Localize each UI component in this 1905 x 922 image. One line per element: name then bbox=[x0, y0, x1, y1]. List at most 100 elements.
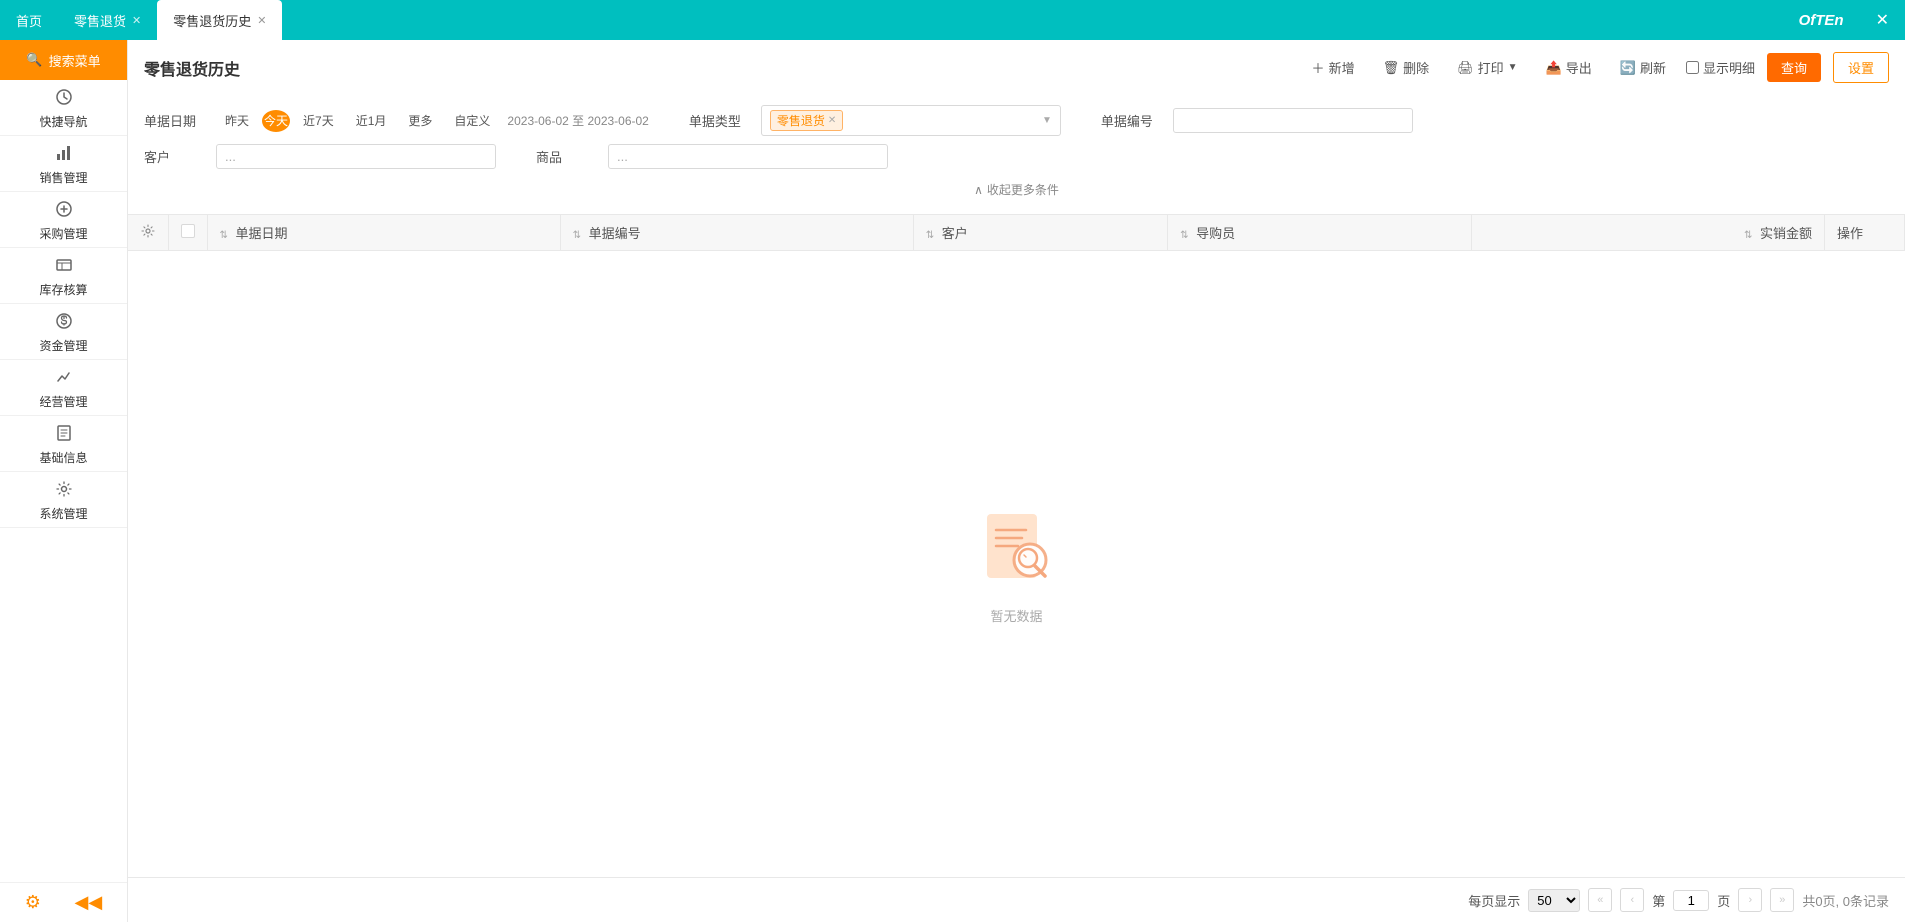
sidebar-item-sales[interactable]: 销售管理 bbox=[0, 136, 127, 192]
sidebar-item-basic-info[interactable]: 基础信息 bbox=[0, 416, 127, 472]
refresh-button[interactable]: 🔄 刷新 bbox=[1612, 54, 1674, 81]
empty-text: 暂无数据 bbox=[990, 606, 1042, 625]
col-checkbox[interactable] bbox=[168, 215, 207, 251]
col-amount[interactable]: ⇅ 实销金额 bbox=[1471, 215, 1824, 251]
tab-retail-return-history-close[interactable]: ✕ bbox=[257, 14, 266, 27]
date-btn-custom[interactable]: 自定义 bbox=[445, 109, 499, 132]
new-icon: ＋ bbox=[1312, 58, 1325, 77]
col-guide-label: 导购员 bbox=[1196, 226, 1235, 241]
settings-button[interactable]: 设置 bbox=[1833, 52, 1889, 83]
date-btn-last7[interactable]: 近7天 bbox=[294, 109, 343, 132]
display-checkbox[interactable] bbox=[1686, 61, 1699, 74]
date-filter-label: 单据日期 bbox=[144, 111, 200, 130]
per-page-label: 每页显示 bbox=[1468, 891, 1520, 910]
window-close-icon[interactable]: ✕ bbox=[1876, 10, 1889, 30]
tab-retail-return-close[interactable]: ✕ bbox=[132, 14, 141, 27]
tab-retail-return-history[interactable]: 零售退货历史 ✕ bbox=[157, 0, 282, 40]
delete-label: 删除 bbox=[1403, 58, 1429, 77]
system-icon bbox=[52, 477, 76, 501]
sidebar-item-inventory[interactable]: 库存核算 bbox=[0, 248, 127, 304]
delete-button[interactable]: 🗑 删除 bbox=[1375, 54, 1438, 81]
col-date[interactable]: ⇅ 单据日期 bbox=[207, 215, 560, 251]
title-row: 零售退货历史 ＋ 新增 🗑 删除 🖨 打印 ▼ bbox=[144, 52, 1889, 83]
sidebar-item-quick-nav-label: 快捷导航 bbox=[39, 113, 87, 130]
goods-select[interactable]: ... bbox=[608, 144, 888, 169]
sidebar-item-finance-label: 资金管理 bbox=[39, 337, 87, 354]
filter-row-2: 客户 ... 商品 ... bbox=[144, 144, 1889, 169]
sidebar-item-purchase-label: 采购管理 bbox=[39, 225, 87, 242]
col-settings[interactable] bbox=[128, 215, 168, 251]
sidebar-item-quick-nav[interactable]: 快捷导航 bbox=[0, 80, 127, 136]
total-info: 共0页, 0条记录 bbox=[1802, 891, 1889, 910]
export-button[interactable]: 📤 导出 bbox=[1538, 54, 1600, 81]
sidebar-item-operations[interactable]: 经营管理 bbox=[0, 360, 127, 416]
voucher-type-select[interactable]: 零售退货 ✕ ▼ bbox=[761, 105, 1061, 136]
data-table: ⇅ 单据日期 ⇅ 单据编号 ⇅ 客户 ⇅ 导购员 bbox=[128, 215, 1905, 251]
col-guide[interactable]: ⇅ 导购员 bbox=[1168, 215, 1472, 251]
voucher-type-dropdown-icon: ▼ bbox=[1042, 115, 1052, 126]
speaker-bottom-icon[interactable]: ◀◀ bbox=[75, 892, 103, 913]
search-icon: 🔍 bbox=[26, 52, 42, 68]
date-range-display: 2023-06-02 至 2023-06-02 bbox=[507, 112, 648, 129]
query-button[interactable]: 查询 bbox=[1767, 53, 1821, 82]
sidebar-item-inventory-label: 库存核算 bbox=[39, 281, 87, 298]
brand-label: OfTEn bbox=[1799, 12, 1844, 29]
new-label: 新增 bbox=[1329, 58, 1355, 77]
sidebar-item-finance[interactable]: 资金管理 bbox=[0, 304, 127, 360]
settings-label: 设置 bbox=[1848, 58, 1874, 77]
customer-select[interactable]: ... bbox=[216, 144, 496, 169]
customer-filter-label: 客户 bbox=[144, 147, 200, 166]
tab-retail-return[interactable]: 零售退货 ✕ bbox=[58, 0, 157, 40]
per-page-select[interactable]: 50 10 20 100 bbox=[1528, 889, 1580, 912]
collapse-icon: ∧ bbox=[974, 183, 983, 197]
new-button[interactable]: ＋ 新增 bbox=[1304, 54, 1363, 81]
sort-icon-date: ⇅ bbox=[220, 230, 228, 241]
voucher-number-input[interactable] bbox=[1173, 108, 1413, 133]
date-btn-last-month[interactable]: 近1月 bbox=[347, 109, 396, 132]
top-nav: 首页 零售退货 ✕ 零售退货历史 ✕ OfTEn ✕ bbox=[0, 0, 1905, 40]
col-number[interactable]: ⇅ 单据编号 bbox=[560, 215, 913, 251]
table-header-row: ⇅ 单据日期 ⇅ 单据编号 ⇅ 客户 ⇅ 导购员 bbox=[128, 215, 1905, 251]
date-btn-more[interactable]: 更多 bbox=[399, 109, 441, 132]
voucher-type-remove[interactable]: ✕ bbox=[828, 115, 836, 126]
sidebar-item-system[interactable]: 系统管理 bbox=[0, 472, 127, 528]
toolbar: ＋ 新增 🗑 删除 🖨 打印 ▼ 📤 导出 bbox=[1304, 52, 1889, 83]
date-btn-today[interactable]: 今天 bbox=[262, 110, 290, 132]
page-prev-icon[interactable]: ‹ bbox=[1620, 888, 1644, 912]
col-action: 操作 bbox=[1825, 215, 1905, 251]
col-customer[interactable]: ⇅ 客户 bbox=[913, 215, 1167, 251]
sidebar-bottom: ⚙ ◀◀ bbox=[0, 882, 127, 922]
sidebar-item-system-label: 系统管理 bbox=[39, 505, 87, 522]
col-number-label: 单据编号 bbox=[589, 226, 641, 241]
export-label: 导出 bbox=[1566, 58, 1592, 77]
page-next-icon[interactable]: › bbox=[1738, 888, 1762, 912]
finance-icon bbox=[52, 309, 76, 333]
tab-home[interactable]: 首页 bbox=[0, 0, 58, 40]
inventory-icon bbox=[52, 253, 76, 277]
filter-dates: 昨天 今天 近7天 近1月 更多 自定义 2023-06-02 至 2023-0… bbox=[216, 109, 649, 132]
sidebar-item-purchase[interactable]: 采购管理 bbox=[0, 192, 127, 248]
settings-bottom-icon[interactable]: ⚙ bbox=[25, 892, 41, 913]
sidebar-search[interactable]: 🔍 搜索菜单 bbox=[0, 40, 127, 80]
page-number-input[interactable] bbox=[1673, 890, 1709, 911]
collapse-label: 收起更多条件 bbox=[987, 181, 1059, 198]
page-first-icon[interactable]: « bbox=[1588, 888, 1612, 912]
print-button[interactable]: 🖨 打印 ▼ bbox=[1449, 54, 1525, 81]
query-label: 查询 bbox=[1781, 58, 1807, 77]
export-icon: 📤 bbox=[1546, 60, 1562, 76]
goods-filter-label: 商品 bbox=[536, 147, 592, 166]
page-last-icon[interactable]: » bbox=[1770, 888, 1794, 912]
date-btn-yesterday[interactable]: 昨天 bbox=[216, 109, 258, 132]
content-header: 零售退货历史 ＋ 新增 🗑 删除 🖨 打印 ▼ bbox=[128, 40, 1905, 215]
voucher-type-value: 零售退货 bbox=[777, 112, 825, 129]
page-title: 零售退货历史 bbox=[144, 56, 240, 80]
select-all-checkbox[interactable] bbox=[181, 224, 195, 238]
col-date-label: 单据日期 bbox=[236, 226, 288, 241]
refresh-label: 刷新 bbox=[1640, 58, 1666, 77]
top-nav-right: OfTEn ✕ bbox=[1799, 10, 1905, 30]
page-label-post: 页 bbox=[1717, 891, 1730, 910]
empty-state: 暂无数据 bbox=[128, 251, 1905, 877]
sidebar-item-basic-info-label: 基础信息 bbox=[39, 449, 87, 466]
tab-home-label: 首页 bbox=[16, 11, 42, 30]
collapse-bar[interactable]: ∧ 收起更多条件 bbox=[144, 177, 1889, 206]
